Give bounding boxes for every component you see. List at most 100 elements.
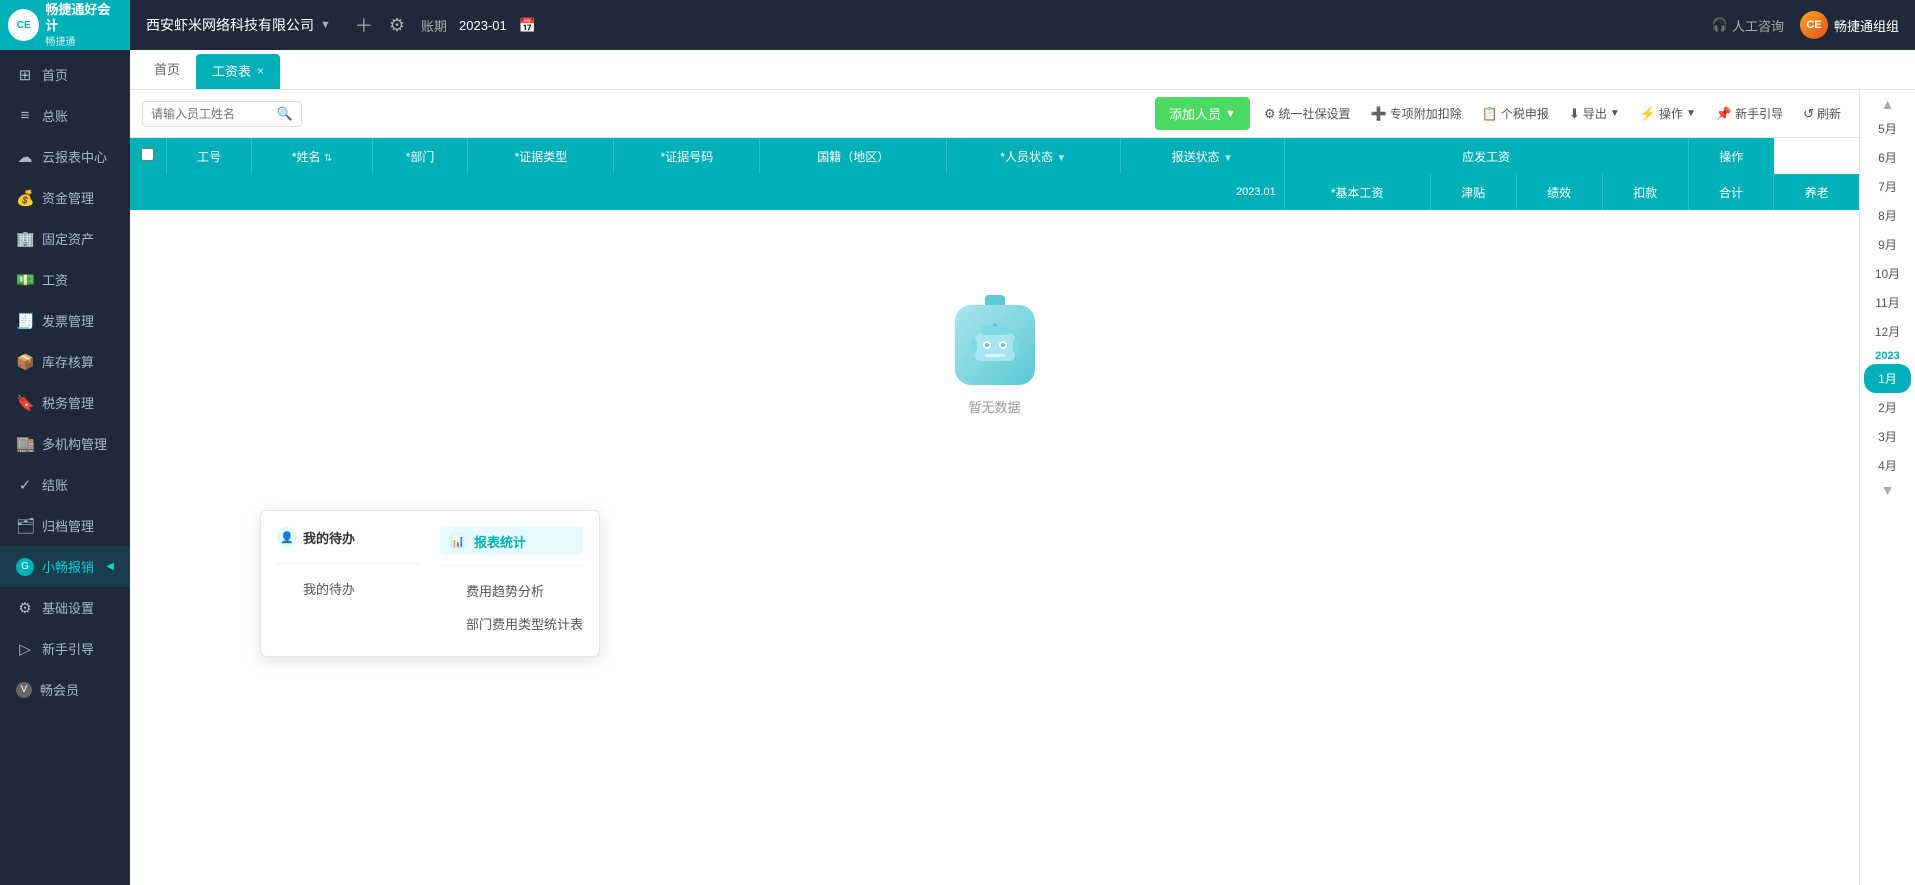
name-sort-icon[interactable]: ⇅ bbox=[324, 153, 332, 164]
th-checkbox[interactable] bbox=[130, 138, 166, 174]
cal-month-jul[interactable]: 7月 bbox=[1860, 172, 1915, 201]
guide-label: 新手引导 bbox=[1735, 105, 1783, 122]
search-input[interactable] bbox=[151, 107, 271, 121]
empty-state: 暂无数据 bbox=[130, 210, 1859, 510]
logo-title: 畅捷通好会计 bbox=[45, 2, 122, 33]
sidebar-item-payroll[interactable]: 💵 工资 bbox=[0, 259, 130, 300]
tab-close-icon[interactable]: × bbox=[257, 64, 264, 78]
cal-month-feb[interactable]: 2月 bbox=[1860, 393, 1915, 422]
guide-btn[interactable]: 📌 新手引导 bbox=[1710, 101, 1789, 126]
topbar-actions: ＋ ⚙ bbox=[351, 8, 409, 42]
calendar-down-btn[interactable]: ▼ bbox=[1875, 480, 1901, 500]
deduction-label: 专项附加扣除 bbox=[1390, 105, 1462, 122]
th-basic-wage: *基本工资 bbox=[1284, 174, 1430, 210]
add-btn-label: 添加人员 bbox=[1169, 104, 1221, 123]
sidebar-item-home[interactable]: ⊞ 首页 bbox=[0, 54, 130, 95]
th-employee-id: 工号 bbox=[166, 138, 252, 174]
search-box: 🔍 bbox=[142, 101, 302, 127]
refresh-btn[interactable]: ↺ 刷新 bbox=[1797, 101, 1847, 126]
social-icon: ⚙ bbox=[1264, 106, 1276, 122]
status-filter-icon[interactable]: ▼ bbox=[1056, 153, 1066, 164]
th-id-number: *证据号码 bbox=[614, 138, 760, 174]
search-icon[interactable]: 🔍 bbox=[277, 106, 293, 122]
sidebar-label-archive: 归档管理 bbox=[42, 516, 94, 535]
sidebar-item-assets[interactable]: 🏢 固定资产 bbox=[0, 218, 130, 259]
social-setting-btn[interactable]: ⚙ 统一社保设置 bbox=[1258, 101, 1357, 126]
invoices-icon: 🧾 bbox=[16, 312, 34, 330]
sidebar-item-tax[interactable]: 🔖 税务管理 bbox=[0, 382, 130, 423]
calendar-up-btn[interactable]: ▲ bbox=[1875, 94, 1901, 114]
salary-table: 工号 *姓名 ⇅ *部门 *证据类型 bbox=[130, 138, 1859, 210]
export-chevron-icon: ▼ bbox=[1610, 108, 1620, 119]
settle-icon: ✓ bbox=[16, 476, 34, 494]
refresh-label: 刷新 bbox=[1817, 105, 1841, 122]
cal-month-jan-current[interactable]: 1月 bbox=[1864, 364, 1911, 393]
sidebar-item-invoices[interactable]: 🧾 发票管理 bbox=[0, 300, 130, 341]
add-employee-button[interactable]: 添加人员 ▼ bbox=[1155, 97, 1250, 130]
operations-icon: ⚡ bbox=[1640, 106, 1656, 122]
cal-month-aug[interactable]: 8月 bbox=[1860, 201, 1915, 230]
multi-icon: 🏬 bbox=[16, 435, 34, 453]
sidebar-item-inventory[interactable]: 📦 库存核算 bbox=[0, 341, 130, 382]
operations-btn[interactable]: ⚡ 操作 ▼ bbox=[1634, 101, 1702, 126]
refresh-icon: ↺ bbox=[1803, 106, 1814, 122]
logo-icon: CE bbox=[8, 9, 39, 41]
sidebar-label-guide: 新手引导 bbox=[42, 639, 94, 658]
cal-month-mar[interactable]: 3月 bbox=[1860, 422, 1915, 451]
company-name: 西安虾米网络科技有限公司 bbox=[146, 15, 314, 35]
th-deduction: 扣款 bbox=[1602, 174, 1688, 210]
popup-item-my-todo[interactable]: 我的待办 bbox=[277, 572, 420, 605]
calendar-icon[interactable]: 📅 bbox=[519, 17, 536, 34]
sidebar-item-settle[interactable]: ✓ 结账 bbox=[0, 464, 130, 505]
cal-month-may[interactable]: 5月 bbox=[1860, 114, 1915, 143]
th-period: 2023.01 bbox=[130, 174, 1284, 210]
payroll-icon: 💵 bbox=[16, 271, 34, 289]
sidebar-logo: CE 畅捷通好会计 畅捷通 bbox=[0, 0, 130, 50]
popup-item-dept-cost[interactable]: 部门费用类型统计表 bbox=[440, 607, 583, 640]
export-btn[interactable]: ⬇ 导出 ▼ bbox=[1563, 101, 1626, 126]
cal-month-dec[interactable]: 12月 bbox=[1860, 317, 1915, 346]
sidebar-item-multi[interactable]: 🏬 多机构管理 bbox=[0, 423, 130, 464]
cal-month-jun[interactable]: 6月 bbox=[1860, 143, 1915, 172]
sidebar-label-member: 畅会员 bbox=[40, 680, 79, 699]
user-area[interactable]: CE 畅捷通组组 bbox=[1800, 11, 1899, 39]
sidebar-item-guide[interactable]: ▷ 新手引导 bbox=[0, 628, 130, 669]
sidebar-item-reports[interactable]: ☁ 云报表中心 bbox=[0, 136, 130, 177]
cal-month-apr[interactable]: 4月 bbox=[1860, 451, 1915, 480]
cal-month-nov[interactable]: 11月 bbox=[1860, 288, 1915, 317]
basic-icon: ⚙ bbox=[16, 599, 34, 617]
company-selector[interactable]: 西安虾米网络科技有限公司 ▼ bbox=[146, 15, 331, 35]
th-pension: 养老 bbox=[1774, 174, 1859, 210]
popup-item-cost-trend[interactable]: 费用趋势分析 bbox=[440, 574, 583, 607]
deduction-btn[interactable]: ➕ 专项附加扣除 bbox=[1365, 101, 1468, 126]
add-company-btn[interactable]: ＋ bbox=[351, 8, 377, 42]
content-area: 🔍 添加人员 ▼ ⚙ 统一社保设置 ➕ 专项附加扣除 bbox=[130, 90, 1915, 885]
tax-report-btn[interactable]: 📋 个税申报 bbox=[1476, 101, 1555, 126]
select-all-checkbox[interactable] bbox=[141, 148, 154, 161]
th-total: 合计 bbox=[1688, 174, 1774, 210]
settings-icon[interactable]: ⚙ bbox=[385, 11, 409, 40]
th-id-type: *证据类型 bbox=[468, 138, 614, 174]
sidebar-item-archive[interactable]: 🗂 归档管理 bbox=[0, 505, 130, 546]
report-filter-icon[interactable]: ▼ bbox=[1223, 153, 1233, 164]
sidebar-item-xiaochang[interactable]: G 小畅报销 ◀ bbox=[0, 546, 130, 587]
social-label: 统一社保设置 bbox=[1279, 105, 1351, 122]
th-payable-wage-group: 应发工资 bbox=[1284, 138, 1688, 174]
th-operation: 操作 bbox=[1688, 138, 1774, 174]
tab-home[interactable]: 首页 bbox=[138, 50, 196, 89]
guide-icon: 📌 bbox=[1716, 106, 1732, 122]
service-btn[interactable]: 🎧 人工咨询 bbox=[1712, 16, 1784, 35]
inventory-icon: 📦 bbox=[16, 353, 34, 371]
th-department: *部门 bbox=[372, 138, 468, 174]
sidebar-item-basic[interactable]: ⚙ 基础设置 bbox=[0, 587, 130, 628]
sidebar-item-ledger[interactable]: ≡ 总账 bbox=[0, 95, 130, 136]
sidebar-item-member[interactable]: V 畅会员 bbox=[0, 669, 130, 710]
sidebar-label-settle: 结账 bbox=[42, 475, 68, 494]
toolbar: 🔍 添加人员 ▼ ⚙ 统一社保设置 ➕ 专项附加扣除 bbox=[130, 90, 1859, 138]
cal-month-sep[interactable]: 9月 bbox=[1860, 230, 1915, 259]
toolbar-right: 添加人员 ▼ ⚙ 统一社保设置 ➕ 专项附加扣除 📋 个税申报 bbox=[1155, 97, 1847, 130]
logo-text-area: 畅捷通好会计 畅捷通 bbox=[45, 2, 122, 48]
cal-month-oct[interactable]: 10月 bbox=[1860, 259, 1915, 288]
tab-salary[interactable]: 工资表 × bbox=[196, 54, 280, 89]
sidebar-item-funds[interactable]: 💰 资金管理 bbox=[0, 177, 130, 218]
